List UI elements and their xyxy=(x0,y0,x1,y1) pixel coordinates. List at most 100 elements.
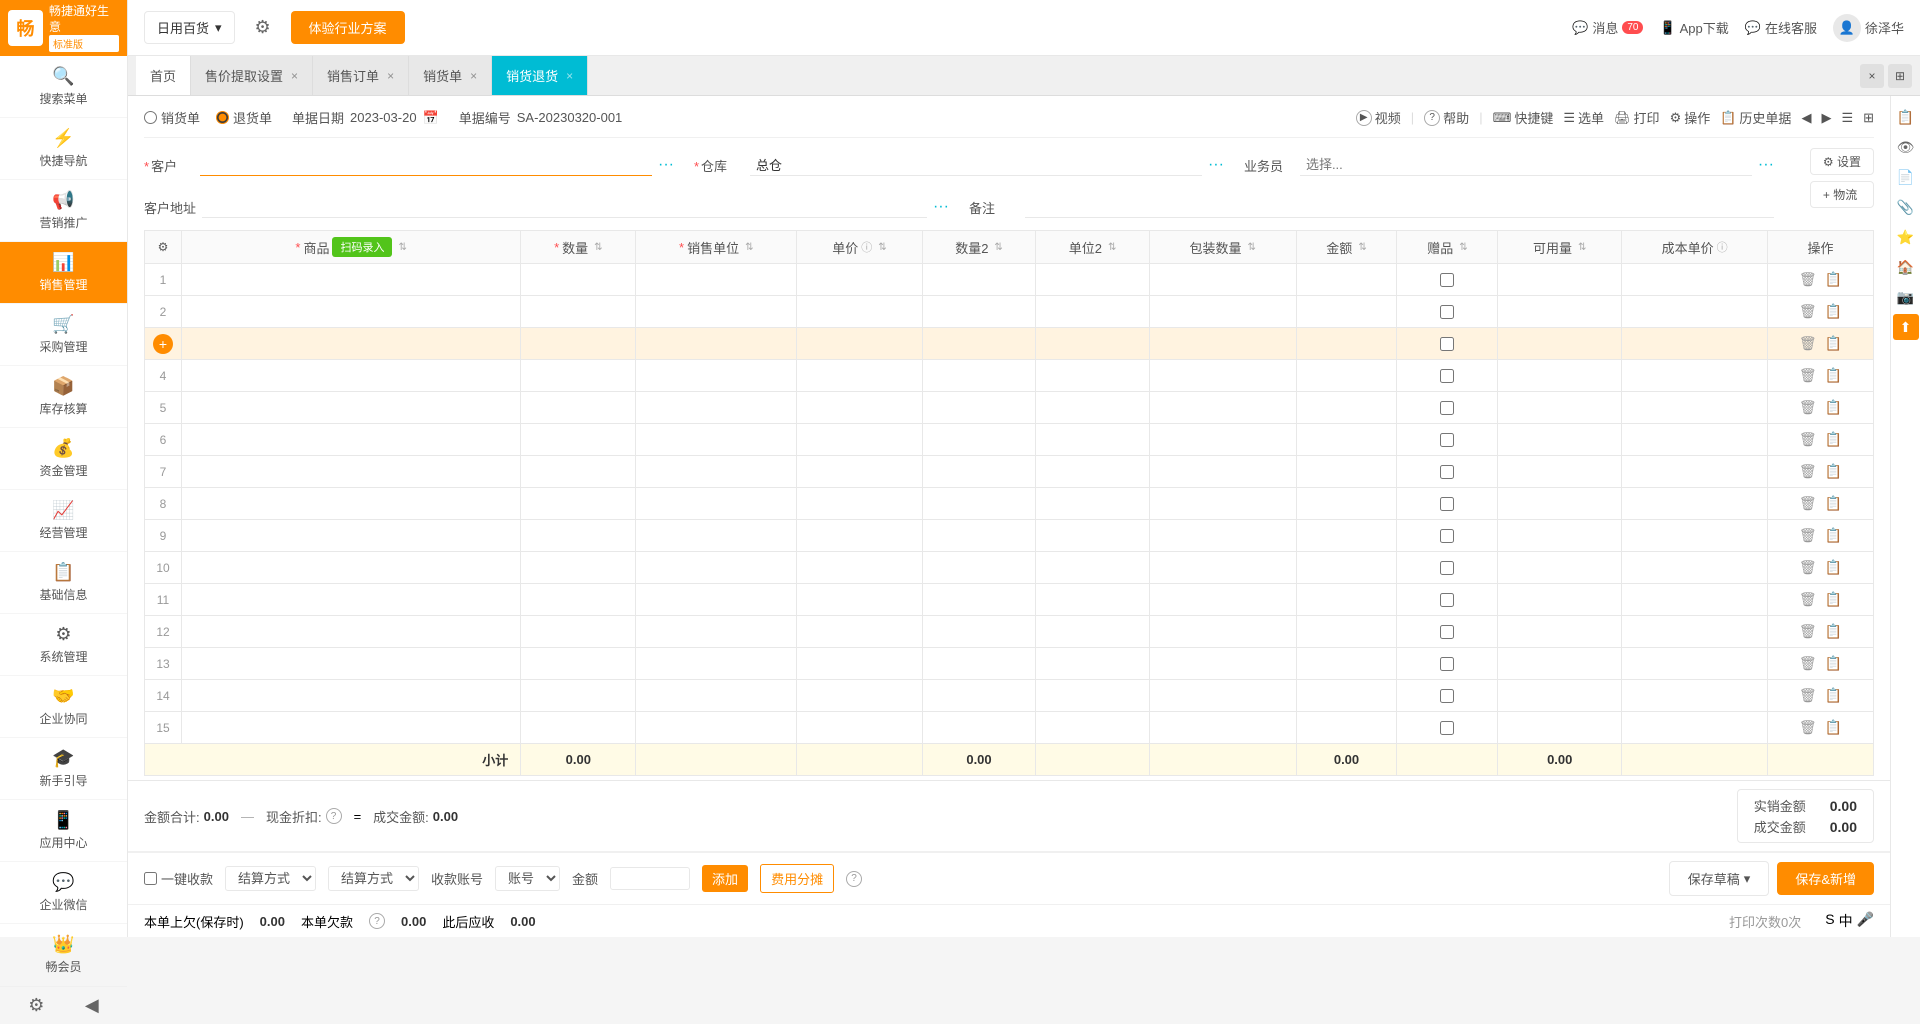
radio-sale[interactable]: 销货单 xyxy=(144,108,200,127)
sidebar-item-marketing[interactable]: 📢 营销推广 xyxy=(0,180,127,242)
settings-btn[interactable]: ⚙ 设置 xyxy=(1810,148,1874,175)
one-key-payment-input[interactable] xyxy=(144,872,157,885)
copy-icon[interactable]: 📋 xyxy=(1825,367,1842,384)
settlement-select[interactable]: 结算方式 xyxy=(225,866,316,891)
action-prev[interactable]: ◀ xyxy=(1801,110,1811,126)
tab-grid-btn[interactable]: ⊞ xyxy=(1888,64,1912,88)
scan-btn[interactable]: 扫码录入 xyxy=(332,237,392,257)
amount-sort-icon[interactable]: ⇅ xyxy=(1358,242,1366,253)
sidebar-item-purchase[interactable]: 🛒 采购管理 xyxy=(0,304,127,366)
tab-close-icon[interactable]: × xyxy=(387,69,394,83)
tab-home[interactable]: 首页 xyxy=(136,56,191,95)
salesperson-more-btn[interactable]: ··· xyxy=(1758,156,1774,174)
warehouse-more-btn[interactable]: ··· xyxy=(1208,156,1224,174)
delete-icon[interactable]: 🗑 xyxy=(1799,559,1817,576)
copy-icon[interactable]: 📋 xyxy=(1825,271,1842,288)
gift-checkbox[interactable] xyxy=(1440,625,1454,639)
sidebar-item-search[interactable]: 🔍 搜索菜单 xyxy=(0,56,127,118)
gift-checkbox[interactable] xyxy=(1440,465,1454,479)
delete-icon[interactable]: 🗑 xyxy=(1799,463,1817,480)
unit2-sort-icon[interactable]: ⇅ xyxy=(1108,242,1116,253)
add-row-btn[interactable]: + xyxy=(153,334,173,354)
product-cell[interactable] xyxy=(182,264,521,296)
daily-goods-selector[interactable]: 日用百货 ▾ xyxy=(144,11,235,44)
delete-icon[interactable]: 🗑 xyxy=(1799,527,1817,544)
save-new-btn[interactable]: 保存&新增 xyxy=(1777,862,1874,895)
sidebar-item-basicinfo[interactable]: 📋 基础信息 xyxy=(0,552,127,614)
delete-icon[interactable]: 🗑 xyxy=(1799,719,1817,736)
gift-checkbox[interactable] xyxy=(1440,561,1454,575)
rp-icon-3[interactable]: 📄 xyxy=(1893,164,1919,190)
salesperson-input[interactable] xyxy=(1300,154,1752,176)
sidebar-item-system[interactable]: ⚙ 系统管理 xyxy=(0,614,127,676)
qty-cell[interactable] xyxy=(521,264,636,296)
app-download-btn[interactable]: 📱 App下载 xyxy=(1659,18,1728,37)
discount-tip[interactable]: ? xyxy=(326,808,342,824)
delete-icon[interactable]: 🗑 xyxy=(1799,303,1817,320)
available-sort-icon[interactable]: ⇅ xyxy=(1578,242,1586,253)
pkg-sort-icon[interactable]: ⇅ xyxy=(1248,242,1256,253)
available-cell[interactable] xyxy=(1498,264,1622,296)
user-btn[interactable]: 👤 徐泽华 xyxy=(1833,14,1904,42)
sidebar-settings-btn[interactable]: ⚙ xyxy=(28,995,44,1016)
unit2-cell[interactable] xyxy=(1036,264,1150,296)
copy-icon[interactable]: 📋 xyxy=(1825,623,1842,640)
copy-icon[interactable]: 📋 xyxy=(1825,431,1842,448)
logistics-btn[interactable]: + 物流 xyxy=(1810,181,1874,208)
gift-checkbox[interactable] xyxy=(1440,689,1454,703)
rp-icon-5[interactable]: ⭐ xyxy=(1893,224,1919,250)
delete-icon[interactable]: 🗑 xyxy=(1799,431,1817,448)
delete-icon[interactable]: 🗑 xyxy=(1799,335,1817,352)
rp-icon-8[interactable]: ⬆ xyxy=(1893,314,1919,340)
calc-select[interactable]: 结算方式 xyxy=(328,866,419,891)
add-payment-btn[interactable]: 添加 xyxy=(702,865,748,892)
action-video[interactable]: ▶ 视频 xyxy=(1356,108,1401,127)
delete-icon[interactable]: 🗑 xyxy=(1799,367,1817,384)
rp-icon-1[interactable]: 📋 xyxy=(1893,104,1919,130)
delete-icon[interactable]: 🗑 xyxy=(1799,399,1817,416)
arrears-help[interactable]: ? xyxy=(369,913,385,929)
radio-return[interactable]: 退货单 xyxy=(216,108,272,127)
save-draft-btn[interactable]: 保存草稿 ▾ xyxy=(1669,861,1770,896)
radio-sale-input[interactable] xyxy=(144,111,157,124)
one-key-payment-checkbox[interactable]: 一键收款 xyxy=(144,869,213,888)
copy-icon[interactable]: 📋 xyxy=(1825,687,1842,704)
warehouse-input[interactable] xyxy=(750,154,1202,176)
tab-price-settings[interactable]: 售价提取设置 × xyxy=(191,56,313,95)
gift-checkbox[interactable] xyxy=(1440,369,1454,383)
gift-checkbox[interactable] xyxy=(1440,401,1454,415)
sidebar-collapse-btn[interactable]: ◀ xyxy=(85,995,99,1016)
delete-icon[interactable]: 🗑 xyxy=(1799,495,1817,512)
rp-icon-6[interactable]: 🏠 xyxy=(1893,254,1919,280)
gift-checkbox[interactable] xyxy=(1440,497,1454,511)
tab-close-all-btn[interactable]: × xyxy=(1860,64,1884,88)
gift-checkbox[interactable] xyxy=(1440,305,1454,319)
price-cell[interactable] xyxy=(797,264,923,296)
action-select[interactable]: ☰ 选单 xyxy=(1563,108,1604,127)
copy-icon[interactable]: 📋 xyxy=(1825,527,1842,544)
rp-icon-4[interactable]: 📎 xyxy=(1893,194,1919,220)
rp-icon-7[interactable]: 📷 xyxy=(1893,284,1919,310)
radio-return-input[interactable] xyxy=(216,111,229,124)
calendar-icon[interactable]: 📅 xyxy=(423,110,439,126)
amount-cell[interactable] xyxy=(1296,264,1397,296)
sidebar-item-finance[interactable]: 💰 资金管理 xyxy=(0,428,127,490)
trial-btn[interactable]: 体验行业方案 xyxy=(291,11,405,44)
qty2-cell[interactable] xyxy=(922,264,1036,296)
gift-checkbox[interactable] xyxy=(1440,273,1454,287)
tab-close-icon[interactable]: × xyxy=(470,69,477,83)
sidebar-item-collab[interactable]: 🤝 企业协同 xyxy=(0,676,127,738)
account-select[interactable]: 账号 xyxy=(495,866,560,891)
gift-checkbox[interactable] xyxy=(1440,529,1454,543)
tab-sales-order[interactable]: 销售订单 × xyxy=(313,56,409,95)
pkg-cell[interactable] xyxy=(1149,264,1296,296)
copy-icon[interactable]: 📋 xyxy=(1825,719,1842,736)
delete-icon[interactable]: 🗑 xyxy=(1799,591,1817,608)
topbar-settings-btn[interactable]: ⚙ xyxy=(247,12,279,44)
copy-icon[interactable]: 📋 xyxy=(1825,591,1842,608)
rp-icon-2[interactable]: 👁 xyxy=(1893,134,1919,160)
tab-close-icon[interactable]: × xyxy=(291,69,298,83)
action-shortcut[interactable]: ⌨ 快捷键 xyxy=(1493,108,1554,127)
sidebar-item-shortcut[interactable]: ⚡ 快捷导航 xyxy=(0,118,127,180)
delete-icon[interactable]: 🗑 xyxy=(1799,271,1817,288)
